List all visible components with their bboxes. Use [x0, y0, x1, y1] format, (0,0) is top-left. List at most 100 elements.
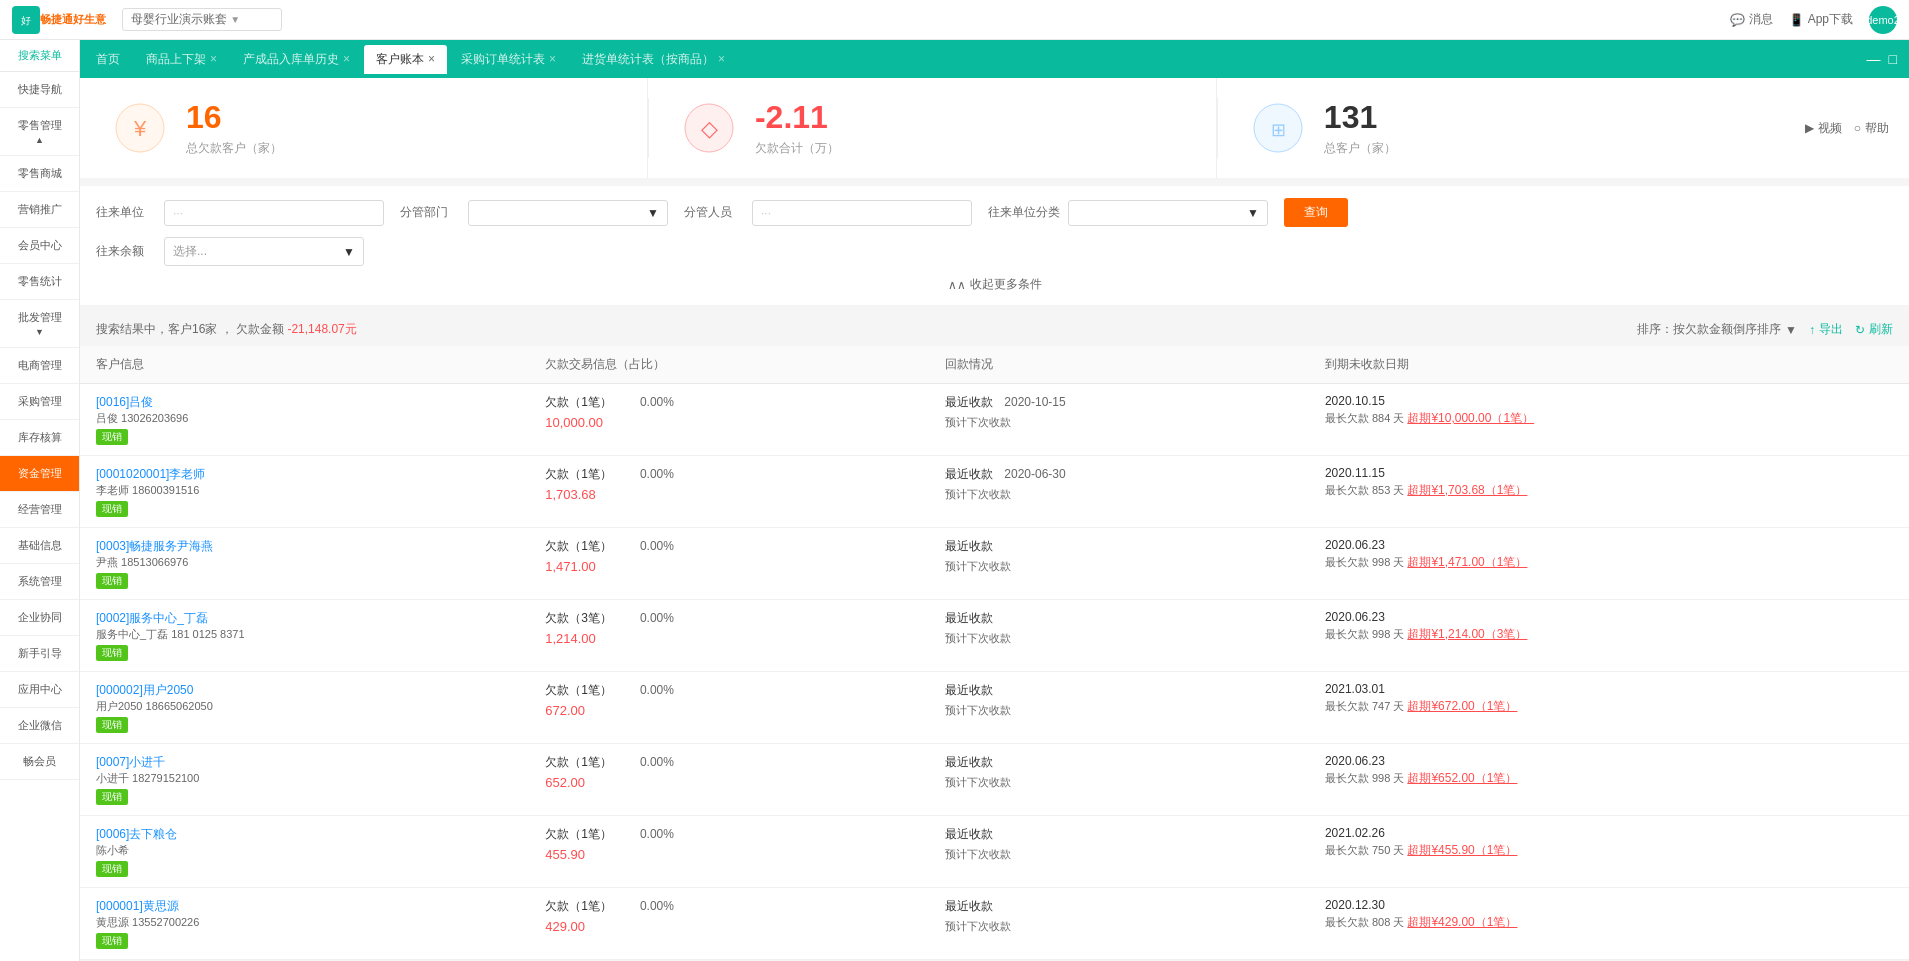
overdue-amount-link[interactable]: 超期¥672.00（1笔） — [1407, 699, 1517, 713]
debt-count: 欠款（1笔） — [545, 898, 612, 915]
cell-collection-info: 最近收款 预计下次收款 — [929, 744, 1309, 816]
overdue-amount-link[interactable]: 超期¥429.00（1笔） — [1407, 915, 1517, 929]
company-selector[interactable]: 母婴行业演示账套 ▼ — [122, 8, 282, 31]
sidebar-item-enterprise-wechat[interactable]: 企业微信 — [0, 708, 79, 744]
customer-name-link[interactable]: [0001020001]李老师 — [96, 467, 205, 481]
customer-name-link[interactable]: [000001]黄思源 — [96, 899, 179, 913]
maximize-icon[interactable]: □ — [1889, 51, 1897, 67]
customer-tag: 现销 — [96, 861, 128, 877]
app-download-button[interactable]: 📱 App下载 — [1789, 11, 1853, 28]
overdue-amount-link[interactable]: 超期¥10,000.00（1笔） — [1407, 411, 1534, 425]
total-customers-label: 总客户（家） — [1324, 140, 1396, 157]
sidebar-search[interactable]: 搜索菜单 — [0, 40, 79, 72]
sidebar-item-retail-stats[interactable]: 零售统计 — [0, 264, 79, 300]
balance-label: 往来余额 — [96, 243, 156, 260]
sidebar-item-quick-nav[interactable]: 快捷导航 — [0, 72, 79, 108]
results-bar: 搜索结果中，客户16家 ， 欠款金额 -21,148.07元 排序：按欠款金额倒… — [80, 313, 1909, 346]
overdue-date-value: 2021.02.26 — [1325, 826, 1893, 840]
sidebar-item-app-center[interactable]: 应用中心 — [0, 672, 79, 708]
tab-close-purchase-order[interactable]: × — [549, 52, 556, 66]
total-customers-value: 131 — [1324, 99, 1396, 136]
customer-name-link[interactable]: [0003]畅捷服务尹海燕 — [96, 539, 213, 553]
customer-name-link[interactable]: [000002]用户2050 — [96, 683, 193, 697]
sidebar-item-member-center[interactable]: 会员中心 — [0, 228, 79, 264]
user-avatar[interactable]: demo2 — [1869, 6, 1897, 34]
filter-area: 往来单位 ··· 分管部门 ▼ — [80, 186, 1909, 305]
sidebar-item-retail-mall[interactable]: 零售商城 — [0, 156, 79, 192]
tab-close-product-history[interactable]: × — [343, 52, 350, 66]
overdue-amount-link[interactable]: 超期¥652.00（1笔） — [1407, 771, 1517, 785]
sidebar-item-basic-info[interactable]: 基础信息 — [0, 528, 79, 564]
tab-purchase-order[interactable]: 采购订单统计表 × — [449, 45, 568, 74]
manager-input[interactable]: ··· — [752, 200, 972, 226]
sidebar-item-new-guide[interactable]: 新手引导 — [0, 636, 79, 672]
balance-select[interactable]: 选择... ▼ — [164, 237, 364, 266]
tab-close-purchase-stats[interactable]: × — [718, 52, 725, 66]
tab-purchase-stats[interactable]: 进货单统计表（按商品） × — [570, 45, 737, 74]
cell-customer-info: [0002]服务中心_丁磊 服务中心_丁磊 181 0125 8371 现销 — [80, 600, 529, 672]
sort-icon: ▼ — [1785, 323, 1797, 337]
tab-close-product-shelf[interactable]: × — [210, 52, 217, 66]
customer-phone: 小进千 18279152100 — [96, 771, 513, 786]
sidebar-item-finance[interactable]: 资金管理 — [0, 456, 79, 492]
collection-next: 预计下次收款 — [945, 703, 1293, 718]
debt-percent: 0.00% — [640, 611, 674, 625]
stat-card-debt-total: ◇ -2.11 欠款合计（万） — [649, 78, 1217, 178]
customer-name-link[interactable]: [0007]小进千 — [96, 755, 165, 769]
cell-debt-info: 欠款（1笔） 1,471.00 0.00% — [529, 528, 929, 600]
help-btn[interactable]: ○ 帮助 — [1854, 120, 1889, 137]
sidebar-item-purchase-mgmt[interactable]: 采购管理 — [0, 384, 79, 420]
cell-overdue-date: 2020.11.15 最长欠款 853 天 超期¥1,703.68（1笔） — [1309, 456, 1909, 528]
customer-name-link[interactable]: [0006]去下粮仓 — [96, 827, 177, 841]
message-button[interactable]: 💬 消息 — [1730, 11, 1773, 28]
sort-button[interactable]: 排序：按欠款金额倒序排序 ▼ — [1637, 321, 1797, 338]
filter-manager: 分管人员 ··· — [684, 200, 972, 226]
cell-overdue-date: 2020.06.23 最长欠款 998 天 超期¥652.00（1笔） — [1309, 744, 1909, 816]
customer-name-link[interactable]: [0002]服务中心_丁磊 — [96, 611, 208, 625]
customer-phone: 黄思源 13552700226 — [96, 915, 513, 930]
dept-select[interactable]: ▼ — [468, 200, 668, 226]
sidebar-item-operations[interactable]: 经营管理 — [0, 492, 79, 528]
cell-overdue-date: 2020.06.23 最长欠款 998 天 超期¥1,214.00（3笔） — [1309, 600, 1909, 672]
overdue-amount-link[interactable]: 超期¥1,703.68（1笔） — [1407, 483, 1527, 497]
sidebar-item-ecommerce[interactable]: 电商管理 — [0, 348, 79, 384]
overdue-amount-link[interactable]: 超期¥1,471.00（1笔） — [1407, 555, 1527, 569]
source-unit-input[interactable]: ··· — [164, 200, 384, 226]
query-button[interactable]: 查询 — [1284, 198, 1348, 227]
sidebar-item-member-plus[interactable]: 畅会员 — [0, 744, 79, 780]
minimize-icon[interactable]: — — [1867, 51, 1881, 67]
collection-next: 预计下次收款 — [945, 919, 1293, 934]
stat-card-total-customers: ⊞ 131 总客户（家） — [1218, 78, 1785, 178]
tab-close-customer-account[interactable]: × — [428, 52, 435, 66]
tab-product-history[interactable]: 产成品入库单历史 × — [231, 45, 362, 74]
filter-balance: 往来余额 选择... ▼ — [96, 237, 364, 266]
unit-category-select[interactable]: ▼ — [1068, 200, 1268, 226]
sidebar-item-system[interactable]: 系统管理 — [0, 564, 79, 600]
video-help-btn[interactable]: ▶ 视频 — [1805, 120, 1842, 137]
top-bar-right: 💬 消息 📱 App下载 demo2 — [1730, 6, 1897, 34]
cell-collection-info: 最近收款 预计下次收款 — [929, 816, 1309, 888]
sidebar-item-batch-mgmt[interactable]: 批发管理 ▼ — [0, 300, 79, 348]
sidebar-item-enterprise-coop[interactable]: 企业协同 — [0, 600, 79, 636]
tab-product-shelf[interactable]: 商品上下架 × — [134, 45, 229, 74]
debt-amount: 1,703.68 — [545, 487, 612, 502]
customer-name-link[interactable]: [0016]吕俊 — [96, 395, 153, 409]
sidebar-item-marketing[interactable]: 营销推广 — [0, 192, 79, 228]
overdue-amount-link[interactable]: 超期¥1,214.00（3笔） — [1407, 627, 1527, 641]
export-button[interactable]: ↑ 导出 — [1809, 321, 1843, 338]
sidebar-item-retail-mgmt[interactable]: 零售管理 ▲ — [0, 108, 79, 156]
tab-customer-account[interactable]: 客户账本 × — [364, 45, 447, 74]
app-logo-text: 畅捷通好生意 — [40, 12, 106, 27]
filter-unit-category: 往来单位分类 ▼ — [988, 200, 1268, 226]
tab-home[interactable]: 首页 — [84, 45, 132, 74]
collection-next: 预计下次收款 — [945, 487, 1293, 502]
filter-source-unit: 往来单位 ··· — [96, 200, 384, 226]
debt-count: 欠款（1笔） — [545, 754, 612, 771]
collapse-button[interactable]: ∧∧ 收起更多条件 — [948, 276, 1042, 293]
debt-count: 欠款（1笔） — [545, 538, 612, 555]
overdue-days: 最长欠款 747 天 超期¥672.00（1笔） — [1325, 698, 1893, 715]
sidebar-item-inventory[interactable]: 库存核算 — [0, 420, 79, 456]
refresh-button[interactable]: ↻ 刷新 — [1855, 321, 1893, 338]
overdue-amount-link[interactable]: 超期¥455.90（1笔） — [1407, 843, 1517, 857]
cell-customer-info: [000001]黄思源 黄思源 13552700226 现销 — [80, 888, 529, 960]
